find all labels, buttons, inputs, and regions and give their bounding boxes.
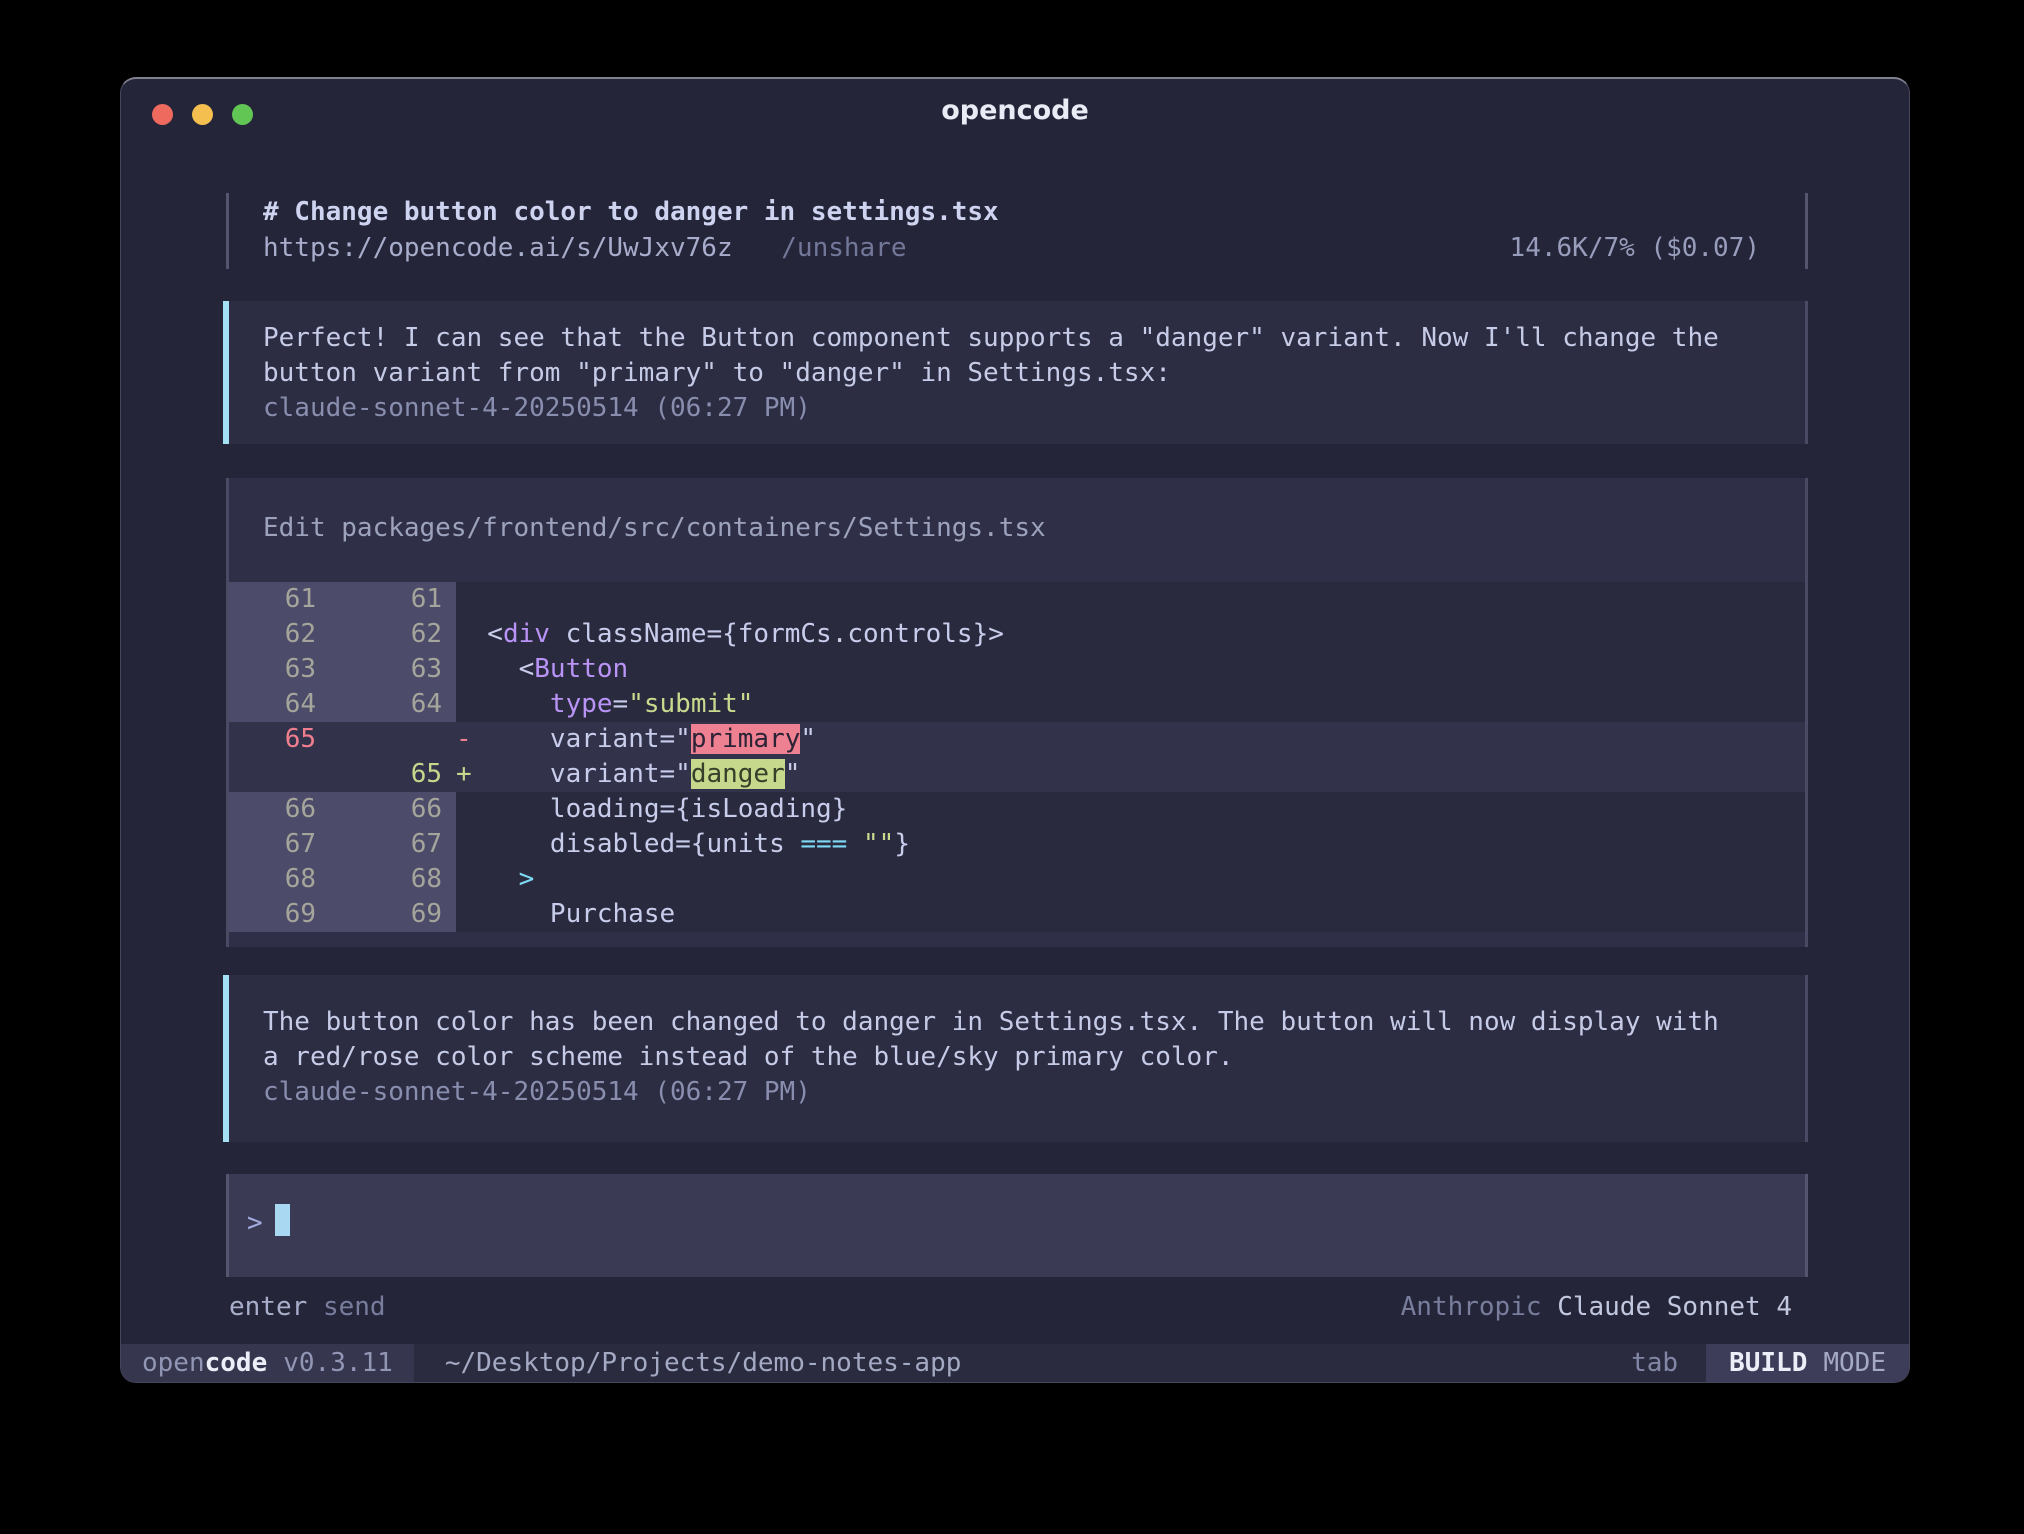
hint-bar: enter send Anthropic Claude Sonnet 4	[223, 1290, 1808, 1325]
status-right: tab BUILD MODE	[1631, 1344, 1909, 1382]
old-line-number	[229, 757, 342, 792]
diff-row: 6262 <div className={formCs.controls}>	[229, 617, 1805, 652]
new-line-number	[342, 722, 456, 757]
diff-code-line: disabled={units === ""}	[456, 827, 1805, 862]
diff-code-line: Purchase	[456, 897, 1805, 932]
message-meta: claude-sonnet-4-20250514 (06:27 PM)	[263, 391, 1805, 426]
diff-row: 6969 Purchase	[229, 897, 1805, 932]
working-directory: ~/Desktop/Projects/demo-notes-app	[445, 1344, 962, 1382]
unshare-command[interactable]: /unshare	[781, 233, 906, 263]
new-line-number: 67	[342, 827, 456, 862]
message-line: a red/rose color scheme instead of the b…	[263, 1040, 1805, 1075]
diff-row: 65 - variant="primary"	[229, 722, 1805, 757]
text-cursor	[275, 1204, 290, 1236]
new-line-number: 69	[342, 897, 456, 932]
share-url-link[interactable]: https://opencode.ai/s/UwJxv76z	[263, 233, 733, 263]
status-left: opencode v0.3.11 ~/Desktop/Projects/demo…	[121, 1344, 961, 1382]
status-bar: opencode v0.3.11 ~/Desktop/Projects/demo…	[121, 1344, 1909, 1382]
mode-name: BUILD	[1729, 1348, 1807, 1378]
prompt-caret: >	[247, 1208, 263, 1238]
token-usage-cost: 14.6K/7% ($0.07)	[1510, 230, 1760, 266]
message-meta: claude-sonnet-4-20250514 (06:27 PM)	[263, 1075, 1805, 1110]
prompt-input[interactable]: >	[226, 1174, 1808, 1277]
diff-view: 61616262 <div className={formCs.controls…	[229, 582, 1805, 932]
new-line-number: 61	[342, 582, 456, 617]
old-line-number: 61	[229, 582, 342, 617]
diff-code-line: >	[456, 862, 1805, 897]
diff-row: 65+ variant="danger"	[229, 757, 1805, 792]
diff-code-line: type="submit"	[456, 687, 1805, 722]
minimize-window-button[interactable]	[192, 104, 213, 125]
assistant-message: Perfect! I can see that the Button compo…	[223, 301, 1808, 444]
model-indicator: Anthropic Claude Sonnet 4	[1401, 1290, 1792, 1325]
model-label: Claude Sonnet 4	[1557, 1292, 1792, 1322]
new-line-number: 66	[342, 792, 456, 827]
opencode-terminal-window: opencode # Change button color to danger…	[120, 77, 1910, 1383]
window-titlebar: opencode	[121, 79, 1909, 141]
diff-code-line: + variant="danger"	[456, 757, 1805, 792]
app-name-code: code	[205, 1348, 268, 1378]
send-hint: enter send	[229, 1290, 386, 1325]
new-line-number: 62	[342, 617, 456, 652]
old-line-number: 66	[229, 792, 342, 827]
session-title: # Change button color to danger in setti…	[263, 194, 1805, 230]
old-line-number: 69	[229, 897, 342, 932]
new-line-number: 68	[342, 862, 456, 897]
diff-code-line: <Button	[456, 652, 1805, 687]
diff-row: 6868 >	[229, 862, 1805, 897]
zoom-window-button[interactable]	[232, 104, 253, 125]
window-title: opencode	[121, 79, 1909, 126]
new-line-number: 63	[342, 652, 456, 687]
app-version: v0.3.11	[283, 1348, 393, 1378]
enter-key-hint: enter	[229, 1292, 307, 1322]
mode-segment[interactable]: BUILD MODE	[1706, 1344, 1909, 1382]
old-line-number: 64	[229, 687, 342, 722]
diff-row: 6666 loading={isLoading}	[229, 792, 1805, 827]
old-line-number: 62	[229, 617, 342, 652]
provider-label: Anthropic	[1401, 1292, 1542, 1322]
session-header: # Change button color to danger in setti…	[226, 193, 1808, 269]
edit-tool-block: Edit packages/frontend/src/containers/Se…	[226, 478, 1808, 947]
send-action-label: send	[323, 1292, 386, 1322]
diff-row: 6464 type="submit"	[229, 687, 1805, 722]
mode-suffix: MODE	[1823, 1348, 1886, 1378]
diff-code-line: <div className={formCs.controls}>	[456, 617, 1805, 652]
close-window-button[interactable]	[152, 104, 173, 125]
traffic-lights	[152, 104, 253, 125]
diff-row: 6363 <Button	[229, 652, 1805, 687]
old-line-number: 65	[229, 722, 342, 757]
app-version-segment: opencode v0.3.11	[121, 1344, 414, 1382]
chat-content: # Change button color to danger in setti…	[121, 193, 1909, 1325]
diff-code-line: loading={isLoading}	[456, 792, 1805, 827]
message-line: button variant from "primary" to "danger…	[263, 356, 1805, 391]
old-line-number: 67	[229, 827, 342, 862]
new-line-number: 65	[342, 757, 456, 792]
app-name-open: open	[142, 1348, 205, 1378]
tab-key-hint: tab	[1631, 1344, 1678, 1382]
diff-code-line: - variant="primary"	[456, 722, 1805, 757]
new-line-number: 64	[342, 687, 456, 722]
edit-tool-title: Edit packages/frontend/src/containers/Se…	[229, 510, 1805, 546]
assistant-message: The button color has been changed to dan…	[223, 975, 1808, 1142]
diff-code-line	[456, 582, 1805, 617]
diff-row: 6767 disabled={units === ""}	[229, 827, 1805, 862]
old-line-number: 68	[229, 862, 342, 897]
old-line-number: 63	[229, 652, 342, 687]
message-line: Perfect! I can see that the Button compo…	[263, 321, 1805, 356]
diff-row: 6161	[229, 582, 1805, 617]
message-line: The button color has been changed to dan…	[263, 1005, 1805, 1040]
